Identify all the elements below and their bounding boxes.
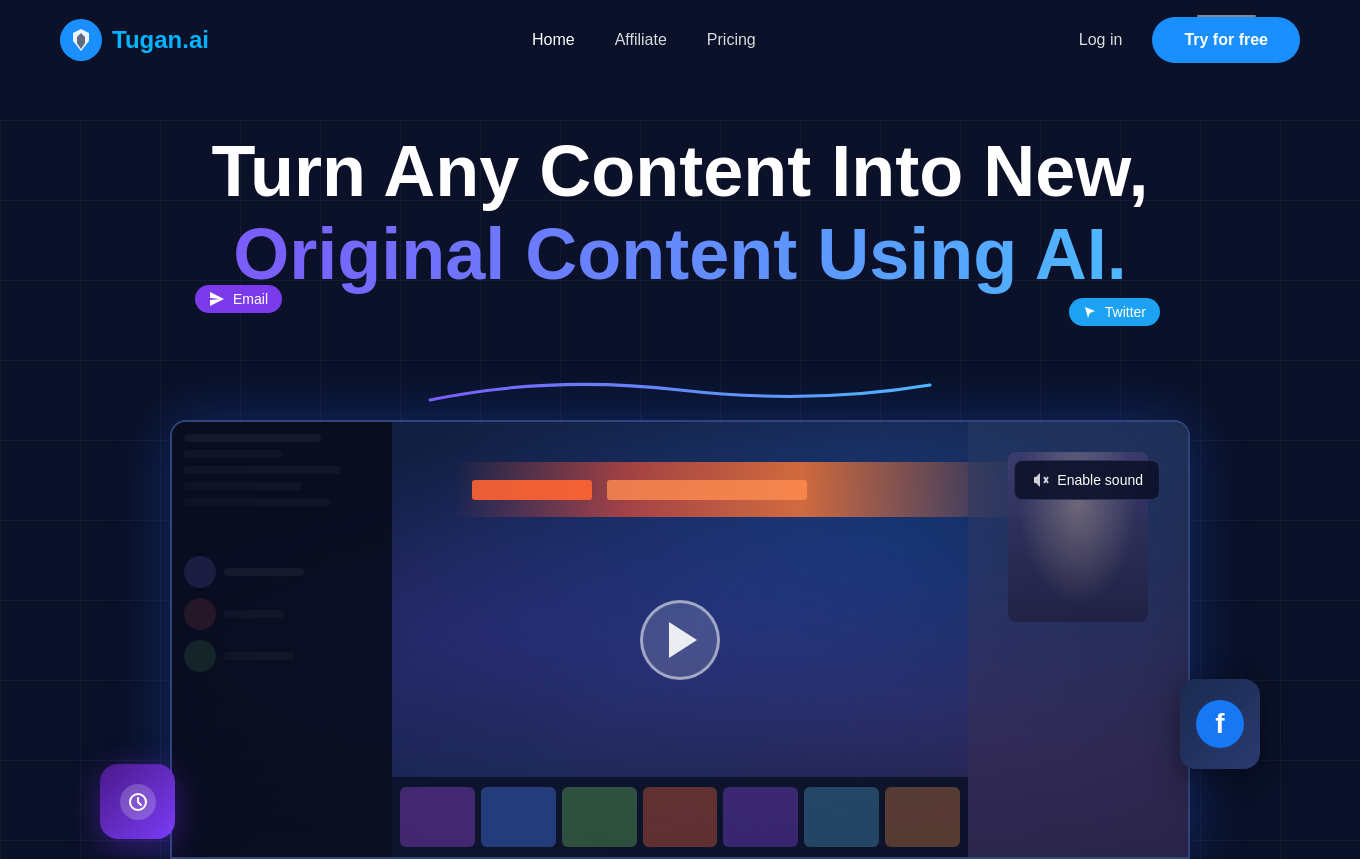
hero-section: Turn Any Content Into New, Original Cont… (0, 80, 1360, 296)
send-icon (209, 291, 225, 307)
nav-links: Home Affiliate Pricing (532, 31, 756, 49)
thumb-3 (562, 787, 637, 847)
facebook-icon: f (1196, 700, 1244, 748)
logo[interactable]: Tugan.ai (60, 19, 209, 61)
app-icon (120, 784, 156, 820)
highlight-block-2 (607, 480, 807, 500)
nav-pricing[interactable]: Pricing (707, 31, 756, 48)
app-card (100, 764, 175, 839)
highlight-block-1 (472, 480, 592, 500)
title-underline-curve (420, 370, 940, 410)
video-highlight (452, 462, 1032, 517)
nav-home[interactable]: Home (532, 31, 575, 48)
hero-title-line1: Turn Any Content Into New, (211, 131, 1148, 211)
thumb-2 (481, 787, 556, 847)
video-thumb-row (392, 777, 968, 857)
nav-affiliate[interactable]: Affiliate (615, 31, 667, 48)
logo-icon (60, 19, 102, 61)
thumb-4 (643, 787, 718, 847)
mute-icon (1031, 471, 1049, 489)
thumb-6 (804, 787, 879, 847)
try-for-free-button[interactable]: Try for free (1152, 17, 1300, 63)
twitter-badge: Twitter (1069, 298, 1160, 326)
facebook-card: f (1180, 679, 1260, 769)
navbar: Tugan.ai Home Affiliate Pricing Log in T… (0, 0, 1360, 80)
play-button[interactable] (640, 600, 720, 680)
email-badge: Email (195, 285, 282, 313)
hero-title-line2: Original Content Using AI. (233, 214, 1126, 294)
app-inner-icon (127, 791, 149, 813)
video-sidebar (172, 422, 392, 857)
enable-sound-button[interactable]: Enable sound (1014, 460, 1160, 500)
twitter-cursor-icon (1083, 305, 1097, 319)
hero-title: Turn Any Content Into New, Original Cont… (0, 130, 1360, 296)
play-icon (669, 622, 697, 658)
brand-name: Tugan.ai (112, 26, 209, 54)
thumb-7 (885, 787, 960, 847)
thumb-1 (400, 787, 475, 847)
thumb-5 (723, 787, 798, 847)
nav-right: Log in Try for free (1079, 17, 1300, 63)
login-button[interactable]: Log in (1079, 31, 1123, 49)
